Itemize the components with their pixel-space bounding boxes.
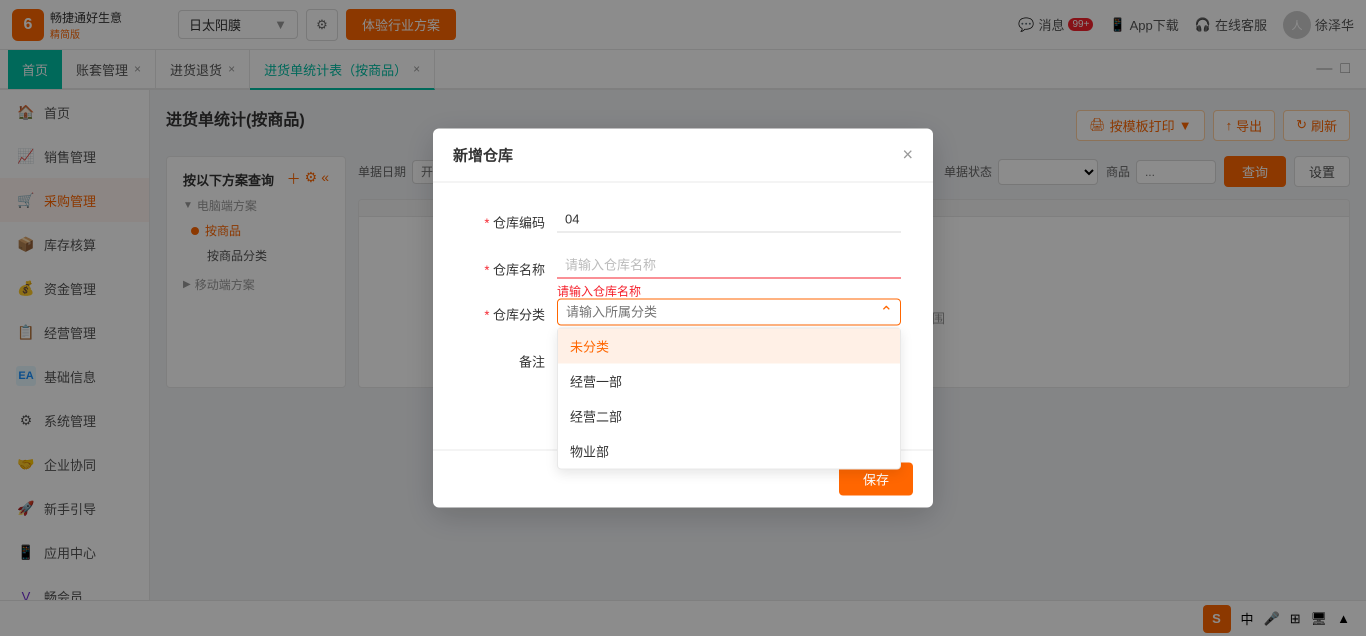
dropdown-item-dept2[interactable]: 经营二部 <box>558 399 900 434</box>
warehouse-category-row: 仓库分类 ⌃ 未分类 经营一部 经营二部 物业部 <box>465 299 901 326</box>
warehouse-name-row: 仓库名称 请输入仓库名称 <box>465 253 901 279</box>
dropdown-item-dept1[interactable]: 经营一部 <box>558 364 900 399</box>
dropdown-item-unclassified[interactable]: 未分类 <box>558 329 900 364</box>
modal-title: 新增仓库 <box>453 145 513 166</box>
name-label: 仓库名称 <box>465 253 545 278</box>
category-input[interactable] <box>557 299 901 326</box>
warehouse-name-input[interactable] <box>557 253 901 279</box>
dropdown-item-dept3[interactable]: 物业部 <box>558 434 900 469</box>
warehouse-code-row: 仓库编码 <box>465 207 901 233</box>
modal-body: 仓库编码 仓库名称 请输入仓库名称 仓库分类 ⌃ 未分类 经营一部 经营二部 <box>433 183 933 450</box>
note-label: 备注 <box>465 346 545 371</box>
modal-header: 新增仓库 × <box>433 129 933 183</box>
name-error-message: 请输入仓库名称 <box>557 283 641 300</box>
modal-close-button[interactable]: × <box>902 145 913 166</box>
code-label: 仓库编码 <box>465 207 545 232</box>
category-label: 仓库分类 <box>465 299 545 324</box>
category-dropdown: 未分类 经营一部 经营二部 物业部 <box>557 328 901 470</box>
warehouse-code-input[interactable] <box>557 207 901 233</box>
new-warehouse-modal: 新增仓库 × 仓库编码 仓库名称 请输入仓库名称 仓库分类 ⌃ 未分类 <box>433 129 933 508</box>
category-select-wrap: ⌃ 未分类 经营一部 经营二部 物业部 <box>557 299 901 326</box>
